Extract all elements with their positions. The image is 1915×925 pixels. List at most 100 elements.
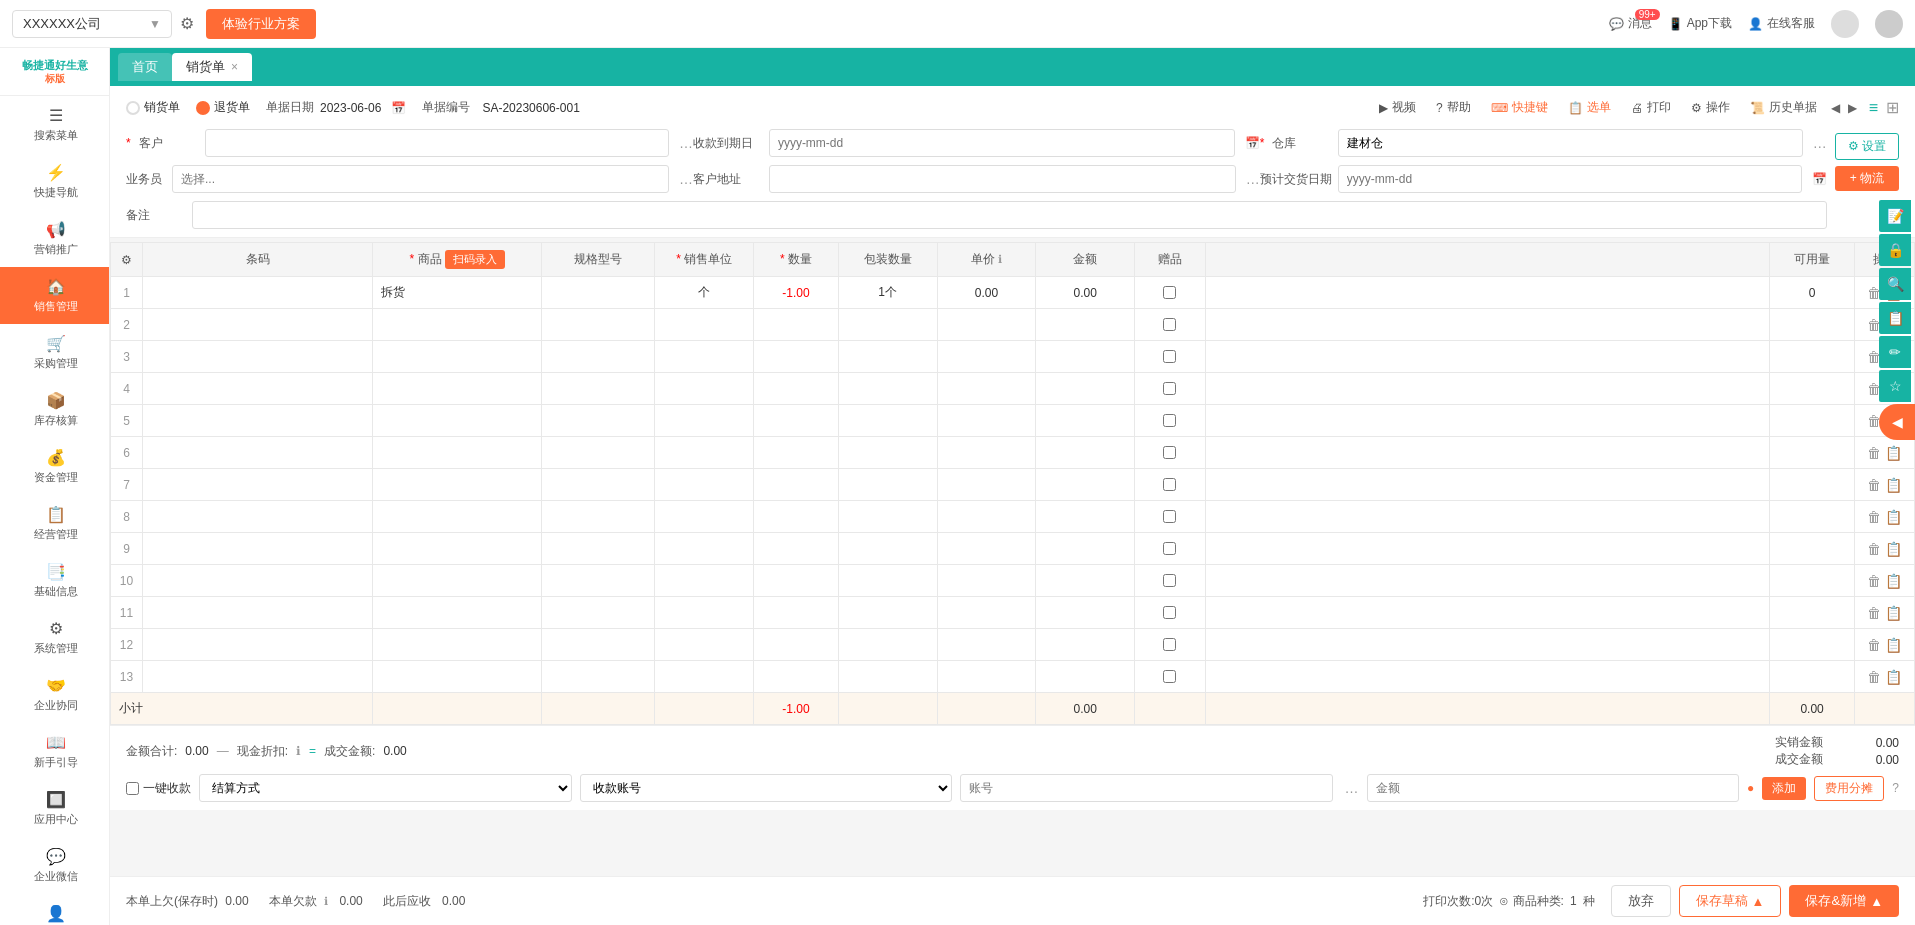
row-amount-4[interactable]	[1036, 373, 1135, 405]
copy-icon-9[interactable]: 📋	[1885, 541, 1902, 557]
save-new-btn[interactable]: 保存&新增 ▲	[1789, 885, 1899, 917]
sidebar-item-purchase[interactable]: 🛒 采购管理	[0, 324, 109, 381]
calc-method-select[interactable]: 结算方式	[199, 774, 572, 802]
payment-checkbox[interactable]	[126, 782, 139, 795]
float-btn-4[interactable]: 📋	[1879, 302, 1911, 334]
float-btn-2[interactable]: 🔒	[1879, 234, 1911, 266]
help-btn[interactable]: ? 帮助	[1430, 96, 1477, 119]
row-barcode-3[interactable]	[143, 341, 373, 373]
row-price-3[interactable]	[937, 341, 1036, 373]
row-qty-10[interactable]	[754, 565, 839, 597]
row-goods-5[interactable]	[373, 405, 542, 437]
copy-icon-12[interactable]: 📋	[1885, 637, 1902, 653]
sidebar-item-search[interactable]: ☰ 搜索菜单	[0, 96, 109, 153]
row-unit-1[interactable]: 个	[655, 277, 754, 309]
row-goods-6[interactable]	[373, 437, 542, 469]
row-barcode-1[interactable]	[143, 277, 373, 309]
row-op-9[interactable]: 🗑 📋	[1855, 533, 1915, 565]
row-pack-13[interactable]	[838, 661, 937, 693]
row-pack-9[interactable]	[838, 533, 937, 565]
add-payment-btn[interactable]: 添加	[1762, 777, 1806, 800]
copy-icon-10[interactable]: 📋	[1885, 573, 1902, 589]
print-btn[interactable]: 🖨 打印	[1625, 96, 1677, 119]
radio-sales[interactable]: 销货单	[126, 99, 180, 116]
row-spec-2[interactable]	[542, 309, 655, 341]
row-op-13[interactable]: 🗑 📋	[1855, 661, 1915, 693]
bank-account-select[interactable]: 收款账号	[580, 774, 953, 802]
row-op-6[interactable]: 🗑 📋	[1855, 437, 1915, 469]
tab-sales-order[interactable]: 销货单 ×	[172, 53, 252, 81]
row-goods-9[interactable]	[373, 533, 542, 565]
gift-checkbox-13[interactable]	[1163, 670, 1176, 683]
row-amount-2[interactable]	[1036, 309, 1135, 341]
copy-icon-6[interactable]: 📋	[1885, 445, 1902, 461]
sidebar-item-sales[interactable]: 🏠 销售管理	[0, 267, 109, 324]
row-spec-11[interactable]	[542, 597, 655, 629]
add-payment-circle-icon[interactable]: ●	[1747, 781, 1754, 795]
operate-btn[interactable]: ⚙ 操作	[1685, 96, 1736, 119]
row-pack-11[interactable]	[838, 597, 937, 629]
gift-checkbox-10[interactable]	[1163, 574, 1176, 587]
row-qty-8[interactable]	[754, 501, 839, 533]
row-gift-6[interactable]	[1135, 437, 1206, 469]
row-pack-1[interactable]: 1个	[838, 277, 937, 309]
row-op-8[interactable]: 🗑 📋	[1855, 501, 1915, 533]
row-qty-5[interactable]	[754, 405, 839, 437]
row-goods-13[interactable]	[373, 661, 542, 693]
row-gift-12[interactable]	[1135, 629, 1206, 661]
row-barcode-5[interactable]	[143, 405, 373, 437]
row-barcode-10[interactable]	[143, 565, 373, 597]
warehouse-dots-icon[interactable]: …	[1813, 135, 1827, 151]
row-barcode-8[interactable]	[143, 501, 373, 533]
row-pack-5[interactable]	[838, 405, 937, 437]
row-op-7[interactable]: 🗑 📋	[1855, 469, 1915, 501]
row-price-5[interactable]	[937, 405, 1036, 437]
row-amount-9[interactable]	[1036, 533, 1135, 565]
payment-date-cal-icon[interactable]: 📅	[1245, 136, 1260, 150]
gift-checkbox-4[interactable]	[1163, 382, 1176, 395]
sidebar-item-member[interactable]: 👤 畅会员	[0, 894, 109, 925]
row-price-9[interactable]	[937, 533, 1036, 565]
row-price-4[interactable]	[937, 373, 1036, 405]
bank-dots-icon[interactable]: …	[1345, 780, 1359, 796]
row-price-1[interactable]: 0.00	[937, 277, 1036, 309]
fenpai-btn[interactable]: 费用分摊	[1814, 776, 1884, 801]
row-price-13[interactable]	[937, 661, 1036, 693]
row-op-11[interactable]: 🗑 📋	[1855, 597, 1915, 629]
row-spec-5[interactable]	[542, 405, 655, 437]
row-goods-1[interactable]: 拆货	[373, 277, 542, 309]
row-spec-1[interactable]	[542, 277, 655, 309]
row-barcode-9[interactable]	[143, 533, 373, 565]
row-spec-7[interactable]	[542, 469, 655, 501]
row-qty-9[interactable]	[754, 533, 839, 565]
row-unit-7[interactable]	[655, 469, 754, 501]
copy-icon-11[interactable]: 📋	[1885, 605, 1902, 621]
sidebar-item-inventory[interactable]: 📦 库存核算	[0, 381, 109, 438]
row-amount-12[interactable]	[1036, 629, 1135, 661]
gift-checkbox-2[interactable]	[1163, 318, 1176, 331]
calendar-icon[interactable]: 📅	[391, 101, 406, 115]
delete-icon-11[interactable]: 🗑	[1867, 605, 1881, 621]
expected-date-cal-icon[interactable]: 📅	[1812, 172, 1827, 186]
row-unit-8[interactable]	[655, 501, 754, 533]
gift-checkbox-1[interactable]	[1163, 286, 1176, 299]
row-pack-4[interactable]	[838, 373, 937, 405]
gift-checkbox-7[interactable]	[1163, 478, 1176, 491]
row-qty-13[interactable]	[754, 661, 839, 693]
row-spec-6[interactable]	[542, 437, 655, 469]
row-qty-7[interactable]	[754, 469, 839, 501]
row-gift-8[interactable]	[1135, 501, 1206, 533]
sidebar-item-appstore[interactable]: 🔲 应用中心	[0, 780, 109, 837]
row-goods-4[interactable]	[373, 373, 542, 405]
row-barcode-11[interactable]	[143, 597, 373, 629]
row-amount-5[interactable]	[1036, 405, 1135, 437]
row-pack-12[interactable]	[838, 629, 937, 661]
row-price-8[interactable]	[937, 501, 1036, 533]
customer-dots-icon[interactable]: …	[679, 135, 693, 151]
history-btn[interactable]: 📜 历史单据	[1744, 96, 1823, 119]
row-gift-4[interactable]	[1135, 373, 1206, 405]
sidebar-item-marketing[interactable]: 📢 营销推广	[0, 210, 109, 267]
th-settings[interactable]: ⚙	[111, 243, 143, 277]
row-qty-6[interactable]	[754, 437, 839, 469]
row-price-6[interactable]	[937, 437, 1036, 469]
